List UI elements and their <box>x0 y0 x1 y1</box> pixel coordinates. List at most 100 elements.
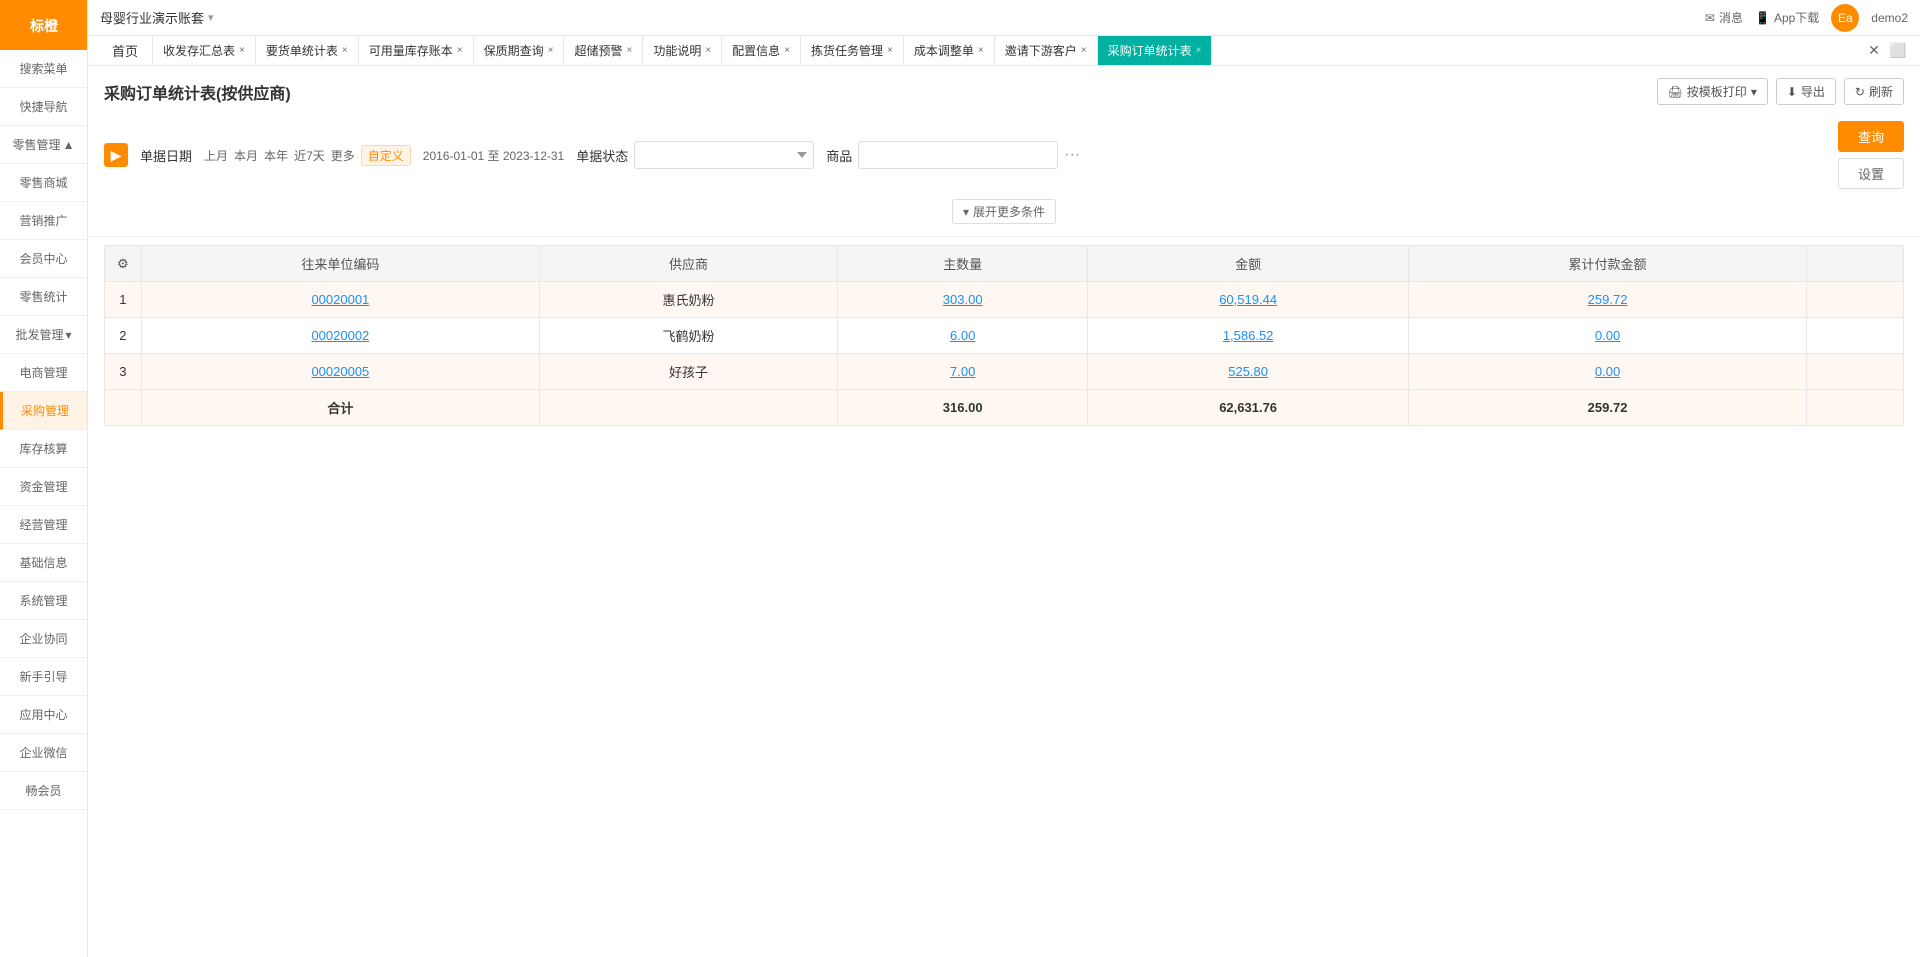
shortcut-last-month[interactable]: 上月 <box>204 147 228 164</box>
tab-overstock-alert[interactable]: 超储预警 × <box>564 36 643 66</box>
shortcut-this-month[interactable]: 本月 <box>234 147 258 164</box>
sidebar-item-finance-mgmt[interactable]: 资金管理 <box>0 468 87 506</box>
filter-area: ▶ 单据日期 上月 本月 本年 近7天 更多 自定义 2016-01-01 至 … <box>88 113 1920 237</box>
custom-date-badge[interactable]: 自定义 <box>361 145 411 166</box>
close-icon[interactable]: × <box>1196 45 1202 56</box>
close-icon[interactable]: × <box>342 45 348 56</box>
sidebar-item-retail-stats[interactable]: 零售统计 <box>0 278 87 316</box>
row-amount-3[interactable]: 525.80 <box>1088 354 1408 390</box>
sidebar-item-quick-nav[interactable]: 快捷导航 <box>0 88 87 126</box>
row-code-3[interactable]: 00020005 <box>141 354 539 390</box>
row-code-1[interactable]: 00020001 <box>141 282 539 318</box>
close-icon[interactable]: × <box>978 45 984 56</box>
row-qty-1[interactable]: 303.00 <box>837 282 1087 318</box>
tab-invite-downstream[interactable]: 邀请下游客户 × <box>995 36 1098 66</box>
tab-order-stats[interactable]: 要货单统计表 × <box>256 36 359 66</box>
query-button[interactable]: 查询 <box>1838 121 1904 152</box>
row-supplier-1: 惠氏奶粉 <box>540 282 838 318</box>
row-paid-3[interactable]: 0.00 <box>1408 354 1806 390</box>
close-icon[interactable]: × <box>457 45 463 56</box>
row-amount-1[interactable]: 60,519.44 <box>1088 282 1408 318</box>
tab-purchase-order-stats[interactable]: 采购订单统计表 × <box>1098 36 1213 66</box>
table-row: 2 00020002 飞鹤奶粉 6.00 1,586.52 0.00 <box>105 318 1904 354</box>
footer-empty-3 <box>1807 390 1904 426</box>
close-icon[interactable]: × <box>705 45 711 56</box>
filter-more-row: ▾ 展开更多条件 <box>104 195 1904 228</box>
footer-paid: 259.72 <box>1408 390 1806 426</box>
workspace-dropdown-icon: ▾ <box>208 11 214 24</box>
sidebar-item-app-center[interactable]: 应用中心 <box>0 696 87 734</box>
goods-filter-input[interactable] <box>858 141 1058 169</box>
expand-more-button[interactable]: ▾ 展开更多条件 <box>952 199 1056 224</box>
sidebar-item-ecommerce-mgmt[interactable]: 电商管理 <box>0 354 87 392</box>
sidebar-item-wholesale-mgmt[interactable]: 批发管理 ▾ <box>0 316 87 354</box>
app-logo[interactable]: 标橙 <box>0 0 87 50</box>
top-nav-tabs: 首页 收发存汇总表 × 要货单统计表 × 可用量库存账本 × 保质期查询 × 超… <box>88 36 1920 66</box>
close-icon[interactable]: × <box>548 45 554 56</box>
row-qty-2[interactable]: 6.00 <box>837 318 1087 354</box>
tab-pick-task-mgmt[interactable]: 拣货任务管理 × <box>801 36 904 66</box>
row-extra-2 <box>1807 318 1904 354</box>
row-paid-2[interactable]: 0.00 <box>1408 318 1806 354</box>
sidebar-item-system-mgmt[interactable]: 系统管理 <box>0 582 87 620</box>
close-icon[interactable]: × <box>626 45 632 56</box>
workspace-selector[interactable]: 母婴行业演示账套 ▾ <box>100 8 214 27</box>
sidebar-item-inventory-accounting[interactable]: 库存核算 <box>0 430 87 468</box>
sidebar-item-chang-member[interactable]: 畅会员 <box>0 772 87 810</box>
sidebar-item-basic-info[interactable]: 基础信息 <box>0 544 87 582</box>
col-code: 往来单位编码 <box>141 246 539 282</box>
table-row: 3 00020005 好孩子 7.00 525.80 0.00 <box>105 354 1904 390</box>
sidebar-item-retail-mall[interactable]: 零售商城 <box>0 164 87 202</box>
expand-icon: ▾ <box>963 205 969 219</box>
user-name[interactable]: demo2 <box>1871 11 1908 25</box>
shortcut-7-days[interactable]: 近7天 <box>294 147 325 164</box>
sidebar-item-enterprise-collab[interactable]: 企业协同 <box>0 620 87 658</box>
tab-expiry-query[interactable]: 保质期查询 × <box>474 36 565 66</box>
close-icon[interactable]: × <box>239 45 245 56</box>
row-paid-1[interactable]: 259.72 <box>1408 282 1806 318</box>
app-download-btn[interactable]: 📱 App下载 <box>1755 9 1819 26</box>
sidebar-item-member-center[interactable]: 会员中心 <box>0 240 87 278</box>
row-code-2[interactable]: 00020002 <box>141 318 539 354</box>
close-icon[interactable]: × <box>784 45 790 56</box>
settings-button[interactable]: 设置 <box>1838 158 1904 189</box>
sidebar-item-new-guide[interactable]: 新手引导 <box>0 658 87 696</box>
filter-toggle-button[interactable]: ▶ <box>104 143 128 167</box>
status-filter-field: 单据状态 <box>576 141 814 169</box>
refresh-button[interactable]: ↻ 刷新 <box>1844 78 1904 105</box>
sidebar-item-retail-mgmt[interactable]: 零售管理 ▲ <box>0 126 87 164</box>
sidebar-item-business-mgmt[interactable]: 经营管理 <box>0 506 87 544</box>
sidebar: 标橙 搜索菜单 快捷导航 零售管理 ▲ 零售商城 营销推广 会员中心 零售统计 … <box>0 0 88 957</box>
sidebar-search[interactable]: 搜索菜单 <box>0 50 87 88</box>
shortcut-more[interactable]: 更多 <box>331 147 355 164</box>
maximize-btn[interactable]: ⬜ <box>1886 39 1910 63</box>
shortcut-this-year[interactable]: 本年 <box>264 147 288 164</box>
status-select[interactable] <box>634 141 814 169</box>
tab-cost-adjust[interactable]: 成本调整单 × <box>904 36 995 66</box>
user-avatar[interactable]: Ea <box>1831 4 1859 32</box>
sidebar-item-purchase-mgmt[interactable]: 采购管理 <box>0 392 87 430</box>
col-settings: ⚙ <box>105 246 142 282</box>
tab-config-info[interactable]: 配置信息 × <box>722 36 801 66</box>
refresh-icon: ↻ <box>1855 85 1865 99</box>
goods-filter-more-icon[interactable]: ··· <box>1064 146 1080 164</box>
row-amount-2[interactable]: 1,586.52 <box>1088 318 1408 354</box>
export-button[interactable]: ⬇ 导出 <box>1776 78 1836 105</box>
close-icon[interactable]: × <box>1081 45 1087 56</box>
print-button[interactable]: 🖨 按模板打印 ▾ <box>1657 78 1768 105</box>
main-area: 母婴行业演示账套 ▾ ✉ 消息 📱 App下载 Ea demo2 首页 收 <box>88 0 1920 957</box>
tab-receive-send-summary[interactable]: 收发存汇总表 × <box>153 36 256 66</box>
footer-qty: 316.00 <box>837 390 1087 426</box>
tab-function-description[interactable]: 功能说明 × <box>643 36 722 66</box>
message-btn[interactable]: ✉ 消息 <box>1705 9 1743 26</box>
export-icon: ⬇ <box>1787 85 1797 99</box>
close-all-tabs-btn[interactable]: ✕ <box>1862 39 1886 63</box>
row-qty-3[interactable]: 7.00 <box>837 354 1087 390</box>
close-icon[interactable]: × <box>887 45 893 56</box>
tab-available-inventory[interactable]: 可用量库存账本 × <box>359 36 474 66</box>
tab-home[interactable]: 首页 <box>98 36 153 66</box>
sidebar-item-enterprise-wechat[interactable]: 企业微信 <box>0 734 87 772</box>
sidebar-item-marketing[interactable]: 营销推广 <box>0 202 87 240</box>
print-dropdown-icon: ▾ <box>1751 85 1757 99</box>
page-header: 采购订单统计表(按供应商) 🖨 按模板打印 ▾ ⬇ 导出 ↻ 刷新 <box>88 66 1920 113</box>
